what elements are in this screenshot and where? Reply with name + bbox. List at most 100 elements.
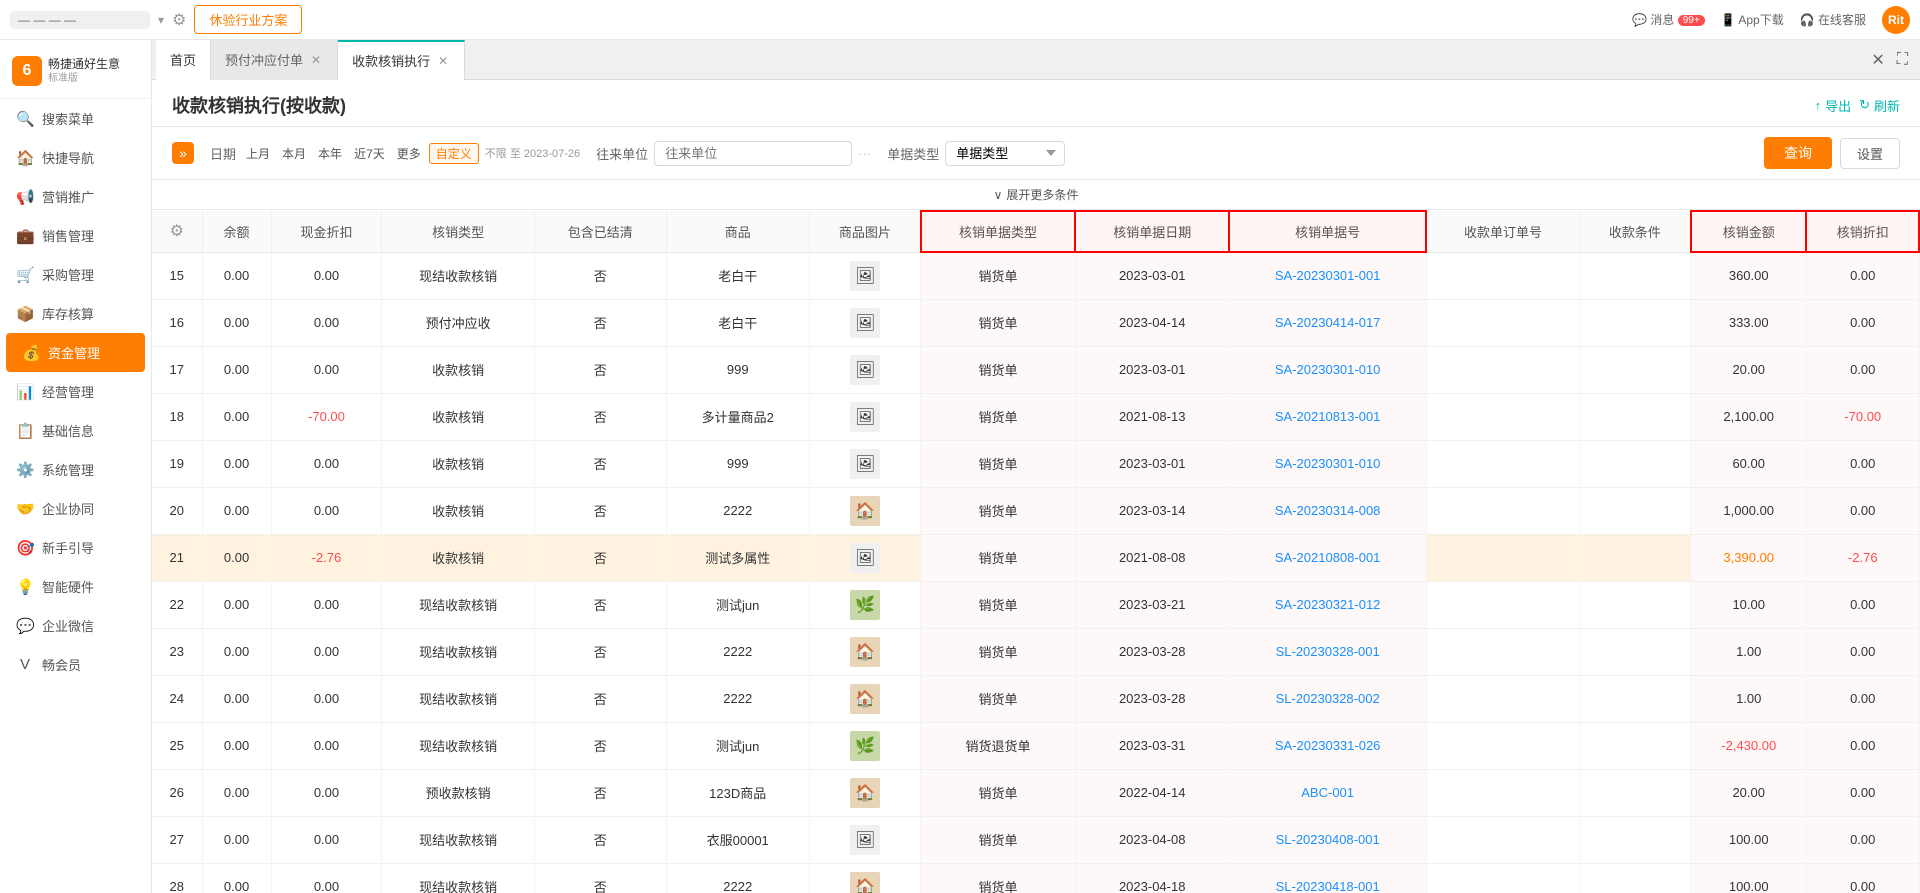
col-doc-no: 核销单据号 (1229, 211, 1426, 252)
date-btn-7days[interactable]: 近7天 (350, 143, 389, 164)
sidebar-item-search[interactable]: 🔍 搜索菜单 (0, 99, 151, 138)
table-header-row: ⚙ 余额 现金折扣 核销类型 包含已结清 商品 商品图片 核销单据类型 核销单据… (152, 211, 1919, 252)
doc-no-link[interactable]: SA-20230414-017 (1275, 315, 1381, 330)
filter-settings-button[interactable]: 设置 (1840, 138, 1900, 169)
cell-goods-img: 🖼 (809, 440, 921, 487)
sidebar-item-quicknav[interactable]: 🏠 快捷导航 (0, 138, 151, 177)
cell-type: 现结收款核销 (382, 628, 535, 675)
doc-no-link[interactable]: ABC-001 (1301, 785, 1354, 800)
sidebar-item-operations[interactable]: 📊 经营管理 (0, 372, 151, 411)
online-service[interactable]: 🎧 在线客服 (1800, 11, 1866, 28)
cell-type: 现结收款核销 (382, 581, 535, 628)
cell-cash-discount: 0.00 (271, 863, 382, 893)
sidebar-item-guide[interactable]: 🎯 新手引导 (0, 528, 151, 567)
col-settings[interactable]: ⚙ (152, 211, 202, 252)
top-bar-left: — — — — ▾ ⚙ 休验行业方案 (10, 5, 1624, 34)
sidebar-item-sales[interactable]: 💼 销售管理 (0, 216, 151, 255)
app-download[interactable]: 📱 App下载 (1721, 11, 1784, 28)
doc-no-link[interactable]: SA-20210813-001 (1275, 409, 1381, 424)
date-filter-buttons: 上月 本月 本年 近7天 更多 自定义 (242, 143, 479, 164)
sidebar-item-label: 经营管理 (42, 382, 94, 401)
date-btn-thismonth[interactable]: 本月 (278, 143, 310, 164)
doc-no-link[interactable]: SL-20230328-001 (1276, 644, 1380, 659)
cell-doc-type: 销货单 (921, 628, 1075, 675)
cell-goods: 老白干 (666, 252, 809, 299)
sidebar-item-purchase[interactable]: 🛒 采购管理 (0, 255, 151, 294)
col-goods: 商品 (666, 211, 809, 252)
table-row: 19 0.00 0.00 收款核销 否 999 🖼 销货单 2023-03-01… (152, 440, 1919, 487)
tab-prepay[interactable]: 预付冲应付单 ✕ (211, 40, 338, 80)
cell-settled: 否 (534, 487, 666, 534)
doc-no-link[interactable]: SA-20230314-008 (1275, 503, 1381, 518)
export-button[interactable]: ↑ 导出 (1815, 96, 1852, 115)
user-avatar[interactable]: Rit (1882, 6, 1910, 34)
sidebar-item-member[interactable]: V 畅会员 (0, 645, 151, 684)
table-row: 23 0.00 0.00 现结收款核销 否 2222 🏠 销货单 2023-03… (152, 628, 1919, 675)
solution-button[interactable]: 休验行业方案 (194, 5, 302, 34)
settings-icon[interactable]: ⚙ (172, 10, 186, 30)
export-icon: ↑ (1815, 98, 1822, 113)
cell-doc-type: 销货单 (921, 440, 1075, 487)
sidebar-item-basics[interactable]: 📋 基础信息 (0, 411, 151, 450)
doc-no-link[interactable]: SL-20230328-002 (1276, 691, 1380, 706)
tab-writeoff-close-icon[interactable]: ✕ (436, 54, 450, 68)
message-badge: 99+ (1678, 15, 1705, 26)
cell-goods: 2222 (666, 863, 809, 893)
query-button[interactable]: 查询 (1764, 137, 1832, 169)
table-row: 20 0.00 0.00 收款核销 否 2222 🏠 销货单 2023-03-1… (152, 487, 1919, 534)
date-btn-thisyear[interactable]: 本年 (314, 143, 346, 164)
message-area[interactable]: 💬 消息 99+ (1632, 11, 1705, 28)
sidebar-item-inventory[interactable]: 📦 库存核算 (0, 294, 151, 333)
cell-payment-terms (1579, 722, 1691, 769)
doc-no-link[interactable]: SA-20230321-012 (1275, 597, 1381, 612)
date-btn-lastmonth[interactable]: 上月 (242, 143, 274, 164)
cell-goods-img: 🖼 (809, 346, 921, 393)
sidebar-item-collab[interactable]: 🤝 企业协同 (0, 489, 151, 528)
expand-more-button[interactable]: ∨ 展开更多条件 (994, 186, 1079, 203)
cell-order-no (1426, 299, 1579, 346)
cell-type: 预付冲应收 (382, 299, 535, 346)
cell-cash-discount: -2.76 (271, 534, 382, 581)
doc-no-link[interactable]: SA-20230331-026 (1275, 738, 1381, 753)
doc-no-link[interactable]: SA-20230301-010 (1275, 456, 1381, 471)
tab-writeoff[interactable]: 收款核销执行 ✕ (338, 40, 465, 80)
company-selector[interactable]: — — — — (10, 11, 150, 29)
doc-no-link[interactable]: SL-20230418-001 (1276, 879, 1380, 893)
doctype-select[interactable]: 单据类型 销货单 销货退货单 (945, 141, 1065, 166)
close-tab-button[interactable]: ✕ (1867, 46, 1888, 74)
sidebar-item-hardware[interactable]: 💡 智能硬件 (0, 567, 151, 606)
cell-settled: 否 (534, 581, 666, 628)
cell-id: 25 (152, 722, 202, 769)
doc-no-link[interactable]: SA-20210808-001 (1275, 550, 1381, 565)
cell-goods: 999 (666, 346, 809, 393)
cell-amount: 1.00 (1691, 628, 1807, 675)
company-chevron-icon[interactable]: ▾ (158, 13, 164, 27)
cell-settled: 否 (534, 299, 666, 346)
sidebar-item-marketing[interactable]: 📢 营销推广 (0, 177, 151, 216)
doc-no-link[interactable]: SL-20230408-001 (1276, 832, 1380, 847)
doctype-label: 单据类型 (887, 144, 939, 163)
date-btn-custom[interactable]: 自定义 (429, 143, 479, 164)
cell-doc-date: 2021-08-08 (1075, 534, 1229, 581)
maximize-button[interactable]: ⛶ (1893, 47, 1912, 73)
cell-cash-discount: 0.00 (271, 722, 382, 769)
counterparty-input[interactable] (654, 141, 852, 166)
cell-payment-terms (1579, 816, 1691, 863)
refresh-button[interactable]: ↻ 刷新 (1859, 96, 1900, 115)
doc-no-link[interactable]: SA-20230301-010 (1275, 362, 1381, 377)
cell-doc-date: 2023-04-18 (1075, 863, 1229, 893)
doc-no-link[interactable]: SA-20230301-001 (1275, 268, 1381, 283)
cell-cash-discount: 0.00 (271, 487, 382, 534)
date-btn-more[interactable]: 更多 (393, 143, 425, 164)
sidebar-item-system[interactable]: ⚙️ 系统管理 (0, 450, 151, 489)
cell-goods: 2222 (666, 675, 809, 722)
tab-prepay-close-icon[interactable]: ✕ (309, 53, 323, 67)
cell-settled: 否 (534, 816, 666, 863)
sidebar-item-wecom[interactable]: 💬 企业微信 (0, 606, 151, 645)
expand-button[interactable]: » (172, 142, 194, 164)
cell-balance: 0.00 (202, 487, 271, 534)
sidebar-item-finance[interactable]: 💰 资金管理 (6, 333, 145, 372)
tab-home[interactable]: 首页 (156, 40, 211, 80)
counterparty-filter-group: 往来单位 ··· (596, 141, 871, 166)
cell-doc-no: ABC-001 (1229, 769, 1426, 816)
